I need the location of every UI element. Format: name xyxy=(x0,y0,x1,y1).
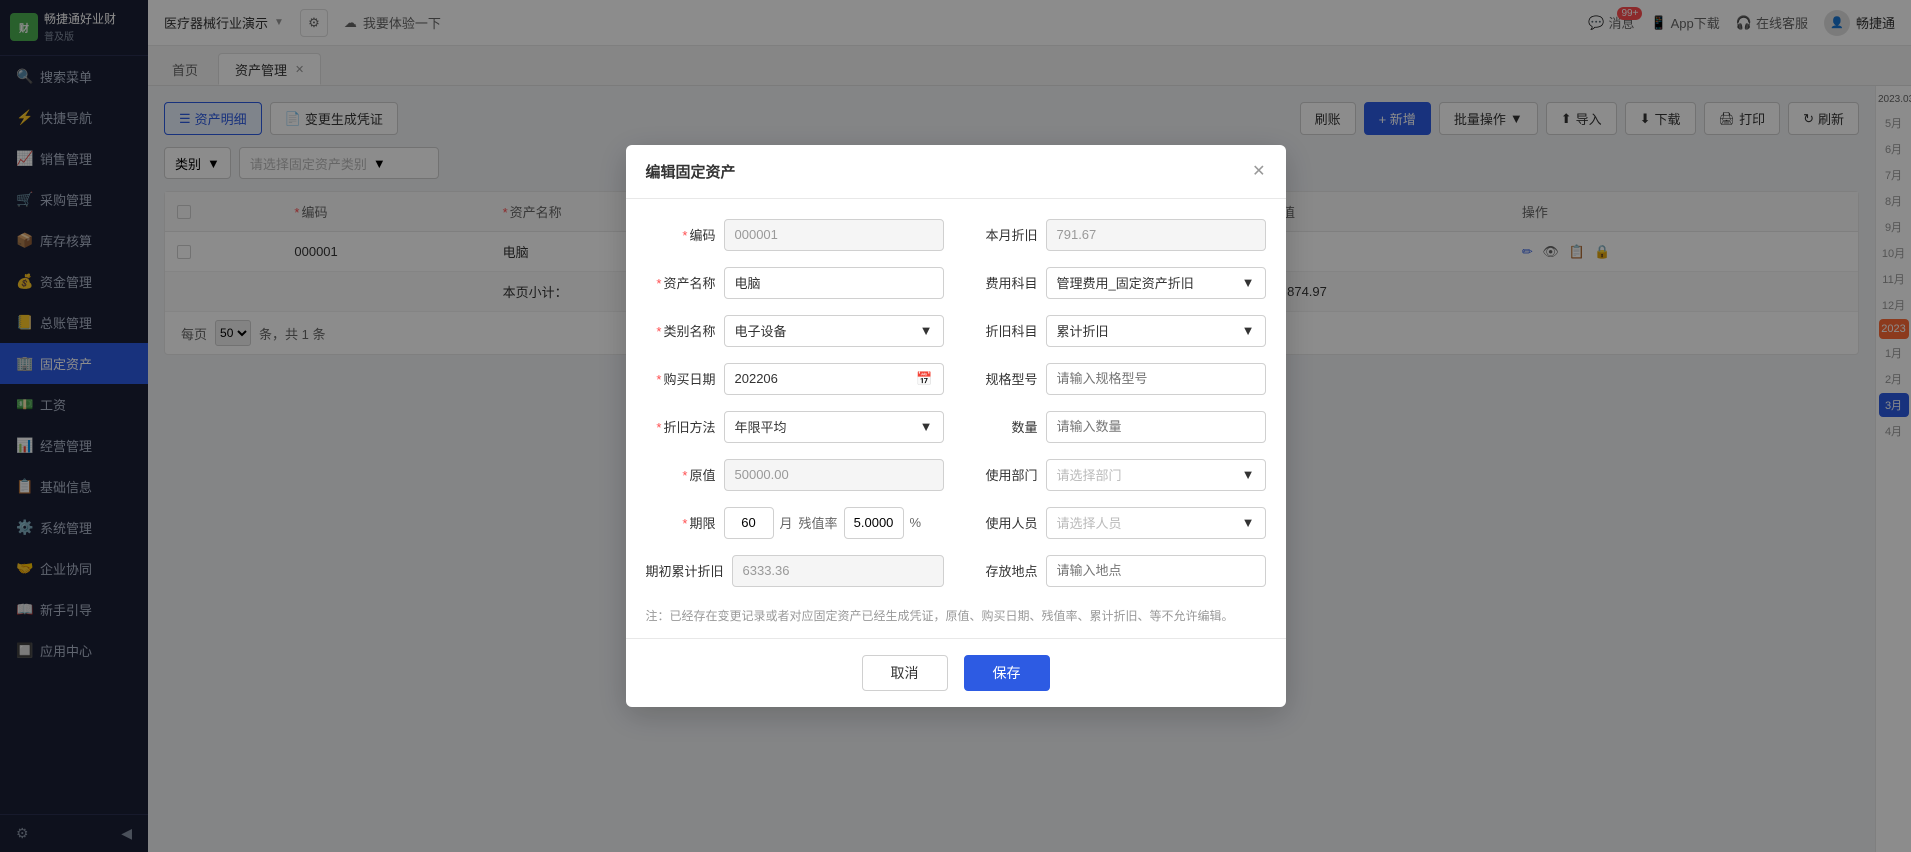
code-label: *编码 xyxy=(646,225,716,244)
department-label: 使用部门 xyxy=(968,465,1038,484)
residual-rate-unit: % xyxy=(910,515,922,530)
residual-rate-label: 残值率 xyxy=(799,513,838,532)
edit-asset-modal: 编辑固定资产 ✕ *编码 *资产名称 *类别名称 xyxy=(626,145,1286,707)
form-item-category: *类别名称 电子设备 ▼ xyxy=(646,315,944,347)
expense-subject-label: 费用科目 xyxy=(968,273,1038,292)
expense-subject-value: 管理费用_固定资产折旧 xyxy=(1057,273,1194,292)
original-value-label: *原值 xyxy=(646,465,716,484)
modal-close-button[interactable]: ✕ xyxy=(1252,161,1265,181)
user-label: 使用人员 xyxy=(968,513,1038,532)
name-label: *资产名称 xyxy=(646,273,716,292)
original-value-input[interactable] xyxy=(724,459,944,491)
category-select[interactable]: 电子设备 ▼ xyxy=(724,315,944,347)
form-item-purchase-date: *购买日期 202206 📅 xyxy=(646,363,944,395)
form-item-expense-subject: 费用科目 管理费用_固定资产折旧 ▼ xyxy=(968,267,1266,299)
department-select[interactable]: 请选择部门 ▼ xyxy=(1046,459,1266,491)
initial-depreciation-label: 期初累计折旧 xyxy=(646,561,724,580)
chevron-down-icon: ▼ xyxy=(920,323,933,338)
form-item-initial-depreciation: 期初累计折旧 xyxy=(646,555,944,587)
depreciation-subject-select[interactable]: 累计折旧 ▼ xyxy=(1046,315,1266,347)
form-item-depreciation-subject: 折旧科目 累计折旧 ▼ xyxy=(968,315,1266,347)
form-item-location: 存放地点 xyxy=(968,555,1266,587)
form-item-monthly-depreciation: 本月折旧 xyxy=(968,219,1266,251)
form-col-left: *编码 *资产名称 *类别名称 电子设备 ▼ xyxy=(646,219,944,587)
quantity-input[interactable] xyxy=(1046,411,1266,443)
category-label: *类别名称 xyxy=(646,321,716,340)
cancel-button[interactable]: 取消 xyxy=(862,655,948,691)
modal-overlay: 编辑固定资产 ✕ *编码 *资产名称 *类别名称 xyxy=(0,0,1911,852)
save-button[interactable]: 保存 xyxy=(964,655,1050,691)
form-item-department: 使用部门 请选择部门 ▼ xyxy=(968,459,1266,491)
period-input[interactable] xyxy=(724,507,774,539)
chevron-down-icon: ▼ xyxy=(1242,323,1255,338)
form-item-name: *资产名称 xyxy=(646,267,944,299)
form-item-user: 使用人员 请选择人员 ▼ xyxy=(968,507,1266,539)
code-input[interactable] xyxy=(724,219,944,251)
category-value: 电子设备 xyxy=(735,321,787,340)
form-item-spec: 规格型号 xyxy=(968,363,1266,395)
name-input[interactable] xyxy=(724,267,944,299)
form-item-code: *编码 xyxy=(646,219,944,251)
period-label: *期限 xyxy=(646,513,716,532)
location-label: 存放地点 xyxy=(968,561,1038,580)
chevron-down-icon: ▼ xyxy=(1242,467,1255,482)
modal-note: 注：已经存在变更记录或者对应固定资产已经生成凭证，原值、购买日期、残值率、累计折… xyxy=(626,607,1286,638)
form-item-depreciation-method: *折旧方法 年限平均 ▼ xyxy=(646,411,944,443)
expense-subject-select[interactable]: 管理费用_固定资产折旧 ▼ xyxy=(1046,267,1266,299)
spec-label: 规格型号 xyxy=(968,369,1038,388)
residual-rate-input[interactable] xyxy=(844,507,904,539)
chevron-down-icon: ▼ xyxy=(1242,275,1255,290)
depreciation-subject-value: 累计折旧 xyxy=(1057,321,1109,340)
period-unit: 月 xyxy=(780,513,793,532)
monthly-depreciation-label: 本月折旧 xyxy=(968,225,1038,244)
modal-footer: 取消 保存 xyxy=(626,638,1286,707)
modal-body: *编码 *资产名称 *类别名称 电子设备 ▼ xyxy=(626,199,1286,607)
depreciation-method-label: *折旧方法 xyxy=(646,417,716,436)
purchase-date-value: 202206 xyxy=(735,371,778,386)
depreciation-subject-label: 折旧科目 xyxy=(968,321,1038,340)
modal-header: 编辑固定资产 ✕ xyxy=(626,145,1286,199)
purchase-date-input[interactable]: 202206 📅 xyxy=(724,363,944,395)
depreciation-method-value: 年限平均 xyxy=(735,417,787,436)
user-select[interactable]: 请选择人员 ▼ xyxy=(1046,507,1266,539)
calendar-icon: 📅 xyxy=(916,371,932,387)
quantity-label: 数量 xyxy=(968,417,1038,436)
form-item-period: *期限 月 残值率 % xyxy=(646,507,944,539)
initial-depreciation-input[interactable] xyxy=(732,555,944,587)
form-item-original-value: *原值 xyxy=(646,459,944,491)
monthly-depreciation-input xyxy=(1046,219,1266,251)
purchase-date-label: *购买日期 xyxy=(646,369,716,388)
form-col-right: 本月折旧 费用科目 管理费用_固定资产折旧 ▼ 折旧科目 累计折旧 xyxy=(968,219,1266,587)
user-placeholder: 请选择人员 xyxy=(1057,513,1122,532)
department-placeholder: 请选择部门 xyxy=(1057,465,1122,484)
form-grid: *编码 *资产名称 *类别名称 电子设备 ▼ xyxy=(646,219,1266,587)
depreciation-method-select[interactable]: 年限平均 ▼ xyxy=(724,411,944,443)
modal-title: 编辑固定资产 xyxy=(646,161,736,182)
chevron-down-icon: ▼ xyxy=(920,419,933,434)
spec-input[interactable] xyxy=(1046,363,1266,395)
chevron-down-icon: ▼ xyxy=(1242,515,1255,530)
location-input[interactable] xyxy=(1046,555,1266,587)
form-item-quantity: 数量 xyxy=(968,411,1266,443)
period-row: 月 残值率 % xyxy=(724,507,944,539)
